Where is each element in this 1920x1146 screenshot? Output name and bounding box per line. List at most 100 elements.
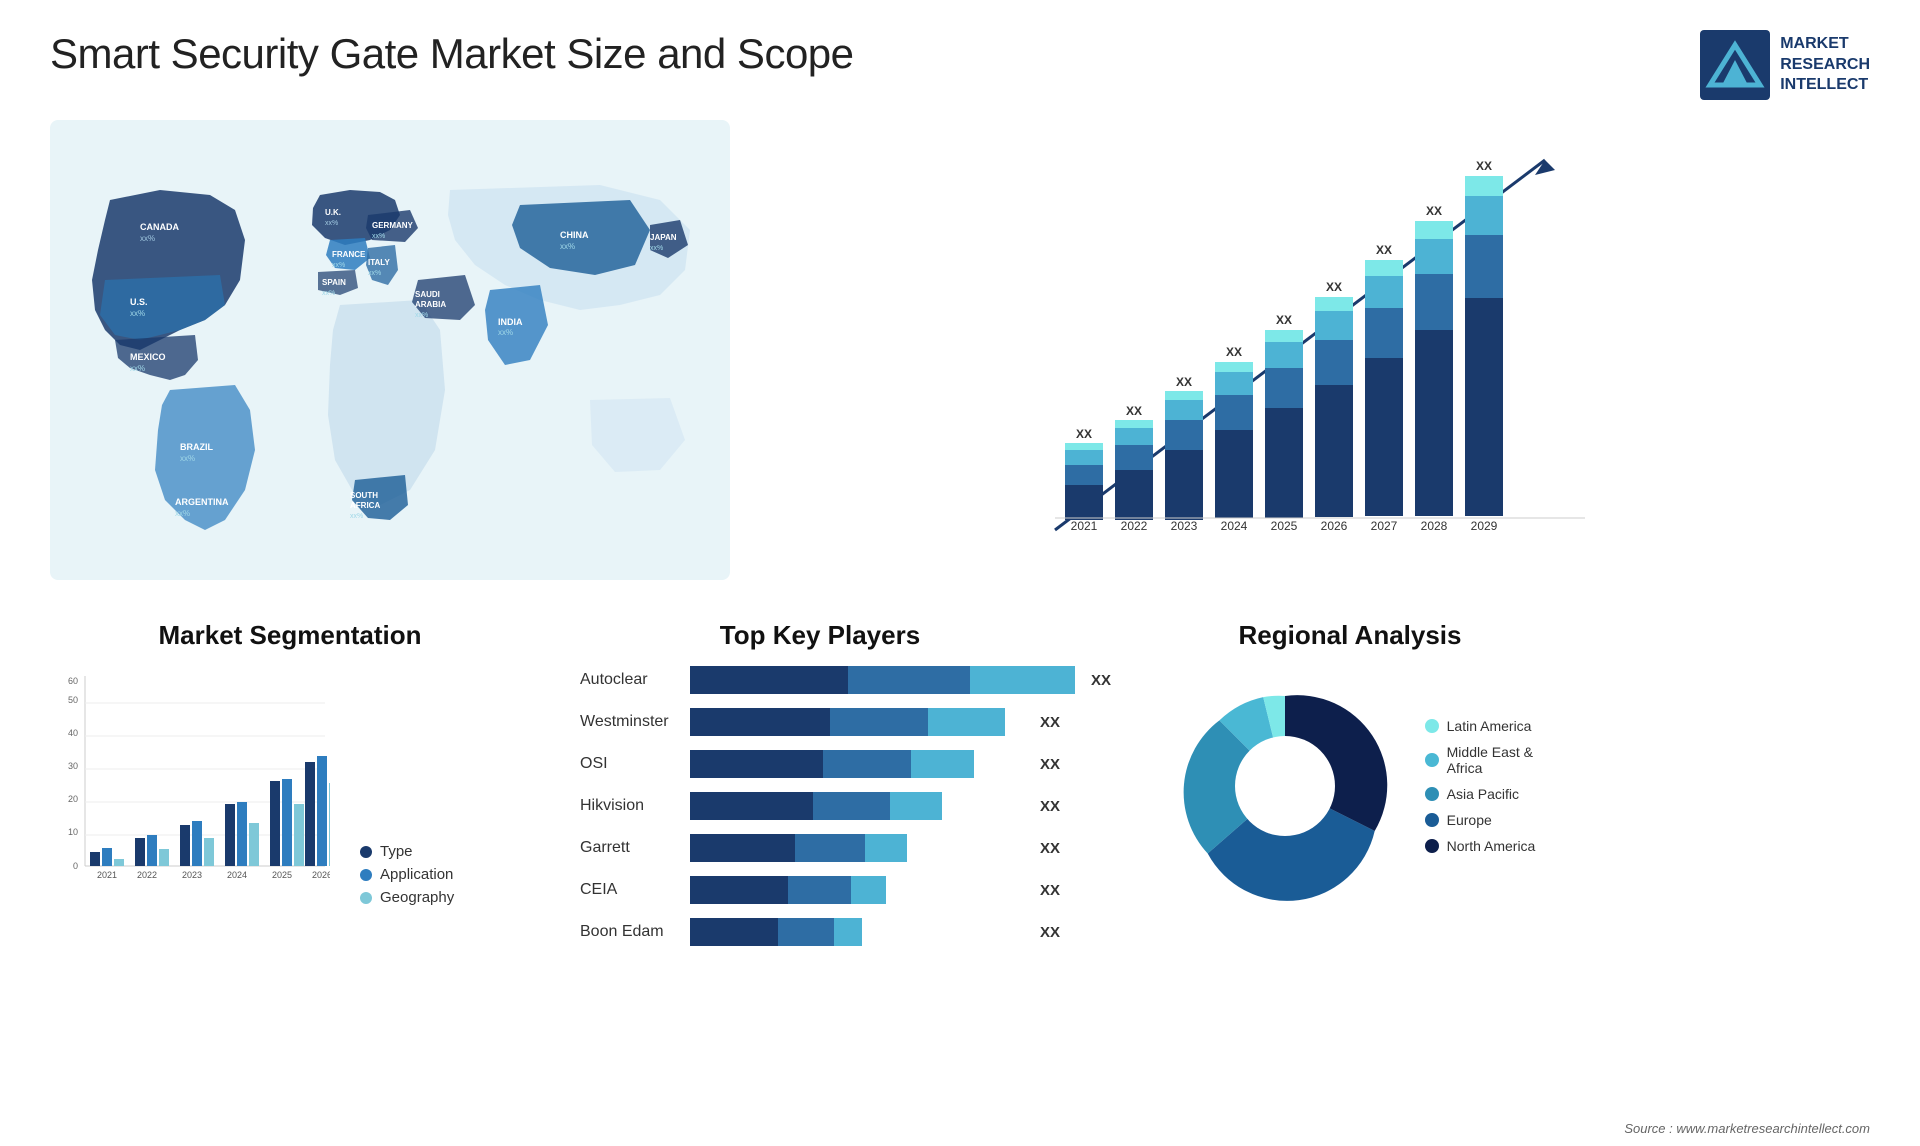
seg-legend-geography: Geography — [360, 889, 454, 906]
bar-seg2 — [823, 750, 911, 778]
player-bar — [690, 918, 1024, 946]
seg-chart-svg: 0 10 20 30 40 50 60 — [50, 666, 330, 906]
seg-legend-type: Type — [360, 843, 454, 860]
svg-text:2026: 2026 — [312, 870, 330, 880]
bottom-grid: Market Segmentation 0 10 20 30 40 50 60 — [50, 620, 1870, 960]
svg-text:2029: 2029 — [1471, 519, 1498, 533]
map-svg: CANADA xx% U.S. xx% MEXICO xx% BRAZIL xx… — [50, 120, 730, 580]
seg-legend-application: Application — [360, 866, 454, 883]
key-players-section: Top Key Players Autoclear XX Westminster — [560, 620, 1080, 960]
svg-text:xx%: xx% — [368, 270, 381, 277]
europe-dot — [1425, 813, 1439, 827]
segmentation-title: Market Segmentation — [50, 620, 530, 651]
svg-text:XX: XX — [1326, 280, 1342, 294]
world-map: CANADA xx% U.S. xx% MEXICO xx% BRAZIL xx… — [50, 120, 730, 580]
bar-seg1 — [690, 708, 830, 736]
svg-text:60: 60 — [68, 676, 78, 686]
player-bar — [690, 792, 1024, 820]
player-bar — [690, 834, 1024, 862]
svg-text:2027: 2027 — [1371, 519, 1398, 533]
svg-text:xx%: xx% — [498, 328, 513, 337]
svg-text:U.K.: U.K. — [325, 208, 341, 217]
svg-text:xx%: xx% — [325, 220, 338, 227]
svg-text:2024: 2024 — [227, 870, 247, 880]
bar-seg1 — [690, 750, 823, 778]
bar-chart-svg: 2021 XX 2022 XX 2023 XX — [780, 130, 1850, 590]
legend-middle-east: Middle East &Africa — [1425, 744, 1536, 776]
bar-chart-section: 2021 XX 2022 XX 2023 XX — [760, 120, 1870, 610]
player-value: XX — [1040, 756, 1060, 773]
bar-seg1 — [690, 666, 848, 694]
legend-europe: Europe — [1425, 812, 1536, 828]
middle-east-dot — [1425, 753, 1439, 767]
svg-text:XX: XX — [1176, 375, 1192, 389]
svg-text:ARGENTINA: ARGENTINA — [175, 497, 229, 507]
svg-text:xx%: xx% — [322, 290, 335, 297]
bar-seg3 — [890, 792, 943, 820]
svg-text:10: 10 — [68, 827, 78, 837]
logo-box: MARKETRESEARCHINTELLECT — [1700, 30, 1870, 100]
player-value: XX — [1040, 882, 1060, 899]
regional-legend: Latin America Middle East &Africa Asia P… — [1425, 718, 1536, 854]
player-bar — [690, 876, 1024, 904]
logo-text: MARKETRESEARCHINTELLECT — [1780, 34, 1870, 96]
bar-seg1 — [690, 792, 813, 820]
svg-text:xx%: xx% — [175, 509, 190, 518]
bar-seg1 — [690, 834, 795, 862]
bar-seg2 — [795, 834, 865, 862]
svg-text:2023: 2023 — [1171, 519, 1198, 533]
player-bar — [690, 750, 1024, 778]
player-name: Westminster — [580, 713, 680, 731]
svg-text:20: 20 — [68, 794, 78, 804]
svg-text:2025: 2025 — [1271, 519, 1298, 533]
player-row: CEIA XX — [580, 876, 1060, 904]
svg-text:xx%: xx% — [350, 513, 363, 520]
player-name: Boon Edam — [580, 923, 680, 941]
player-bar — [690, 666, 1075, 694]
logo-icon — [1700, 30, 1770, 100]
player-name: OSI — [580, 755, 680, 773]
bar-seg1 — [690, 876, 788, 904]
svg-text:CANADA: CANADA — [140, 222, 179, 232]
player-bar — [690, 708, 1024, 736]
bar-seg3 — [851, 876, 886, 904]
svg-text:CHINA: CHINA — [560, 230, 589, 240]
svg-text:xx%: xx% — [372, 233, 385, 240]
svg-text:INDIA: INDIA — [498, 317, 523, 327]
application-dot — [360, 869, 372, 881]
north-america-dot — [1425, 839, 1439, 853]
svg-text:xx%: xx% — [130, 364, 145, 373]
svg-text:40: 40 — [68, 728, 78, 738]
svg-text:0: 0 — [73, 861, 78, 871]
svg-text:XX: XX — [1426, 204, 1442, 218]
svg-text:SAUDI: SAUDI — [415, 290, 440, 299]
player-row: Boon Edam XX — [580, 918, 1060, 946]
svg-text:2021: 2021 — [1071, 519, 1098, 533]
legend-asia-pacific: Asia Pacific — [1425, 786, 1536, 802]
svg-text:U.S.: U.S. — [130, 297, 148, 307]
player-name: CEIA — [580, 881, 680, 899]
bar-seg3 — [865, 834, 907, 862]
player-row: OSI XX — [580, 750, 1060, 778]
bar-seg3 — [928, 708, 1005, 736]
player-row: Garrett XX — [580, 834, 1060, 862]
page-title: Smart Security Gate Market Size and Scop… — [50, 30, 854, 78]
seg-chart-area: 0 10 20 30 40 50 60 — [50, 666, 530, 906]
svg-text:XX: XX — [1376, 243, 1392, 257]
svg-text:XX: XX — [1076, 427, 1092, 441]
svg-text:FRANCE: FRANCE — [332, 250, 366, 259]
svg-text:2023: 2023 — [182, 870, 202, 880]
latin-america-dot — [1425, 719, 1439, 733]
player-name: Garrett — [580, 839, 680, 857]
geography-dot — [360, 892, 372, 904]
player-value: XX — [1040, 924, 1060, 941]
svg-text:30: 30 — [68, 761, 78, 771]
svg-text:xx%: xx% — [650, 245, 663, 252]
svg-text:2022: 2022 — [1121, 519, 1148, 533]
source-text: Source : www.marketresearchintellect.com — [1624, 1121, 1870, 1136]
svg-text:XX: XX — [1476, 159, 1492, 173]
svg-text:xx%: xx% — [332, 262, 345, 269]
bar-seg3 — [970, 666, 1075, 694]
svg-text:XX: XX — [1126, 404, 1142, 418]
players-list: Autoclear XX Westminster XX OSI — [580, 666, 1060, 946]
